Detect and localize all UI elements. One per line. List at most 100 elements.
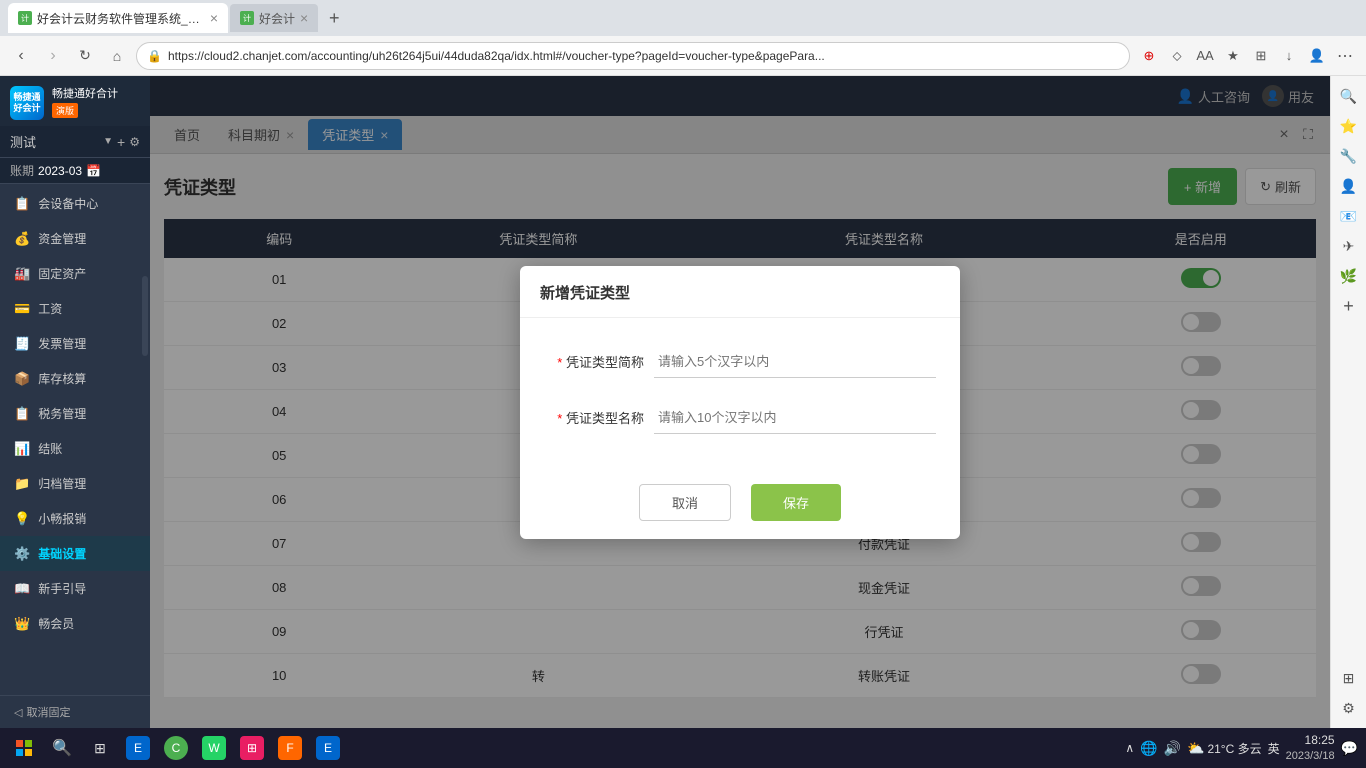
sidebar-item-inventory[interactable]: 📦 库存核算 bbox=[0, 361, 150, 396]
taskbar-search[interactable]: 🔍 bbox=[46, 732, 78, 764]
extension-btn-3[interactable]: AA bbox=[1192, 43, 1218, 69]
rs-outlook-btn[interactable]: 📧 bbox=[1335, 202, 1363, 230]
save-button[interactable]: 保存 bbox=[751, 484, 841, 521]
invoice-icon: 🧾 bbox=[14, 336, 30, 352]
workspace-gear[interactable]: ⚙ bbox=[129, 135, 140, 149]
extension-btn-7[interactable]: 👤 bbox=[1304, 43, 1330, 69]
archive-icon: 📁 bbox=[14, 476, 30, 492]
tray-network[interactable]: 🌐 bbox=[1140, 740, 1157, 757]
rs-user-btn[interactable]: 👤 bbox=[1335, 172, 1363, 200]
extension-btn-4[interactable]: ★ bbox=[1220, 43, 1246, 69]
weather-area: ⛅ 21°C 多云 bbox=[1187, 740, 1262, 757]
form-label-short: * 凭证类型简称 bbox=[544, 352, 654, 371]
new-tab-button[interactable]: + bbox=[320, 4, 348, 32]
notifications-btn[interactable]: 💬 bbox=[1341, 740, 1358, 757]
expense-icon: 💡 bbox=[14, 511, 30, 527]
extension-btn-6[interactable]: ↓ bbox=[1276, 43, 1302, 69]
rs-search-btn[interactable]: 🔍 bbox=[1335, 82, 1363, 110]
tab-active[interactable]: 计 好会计云财务软件管理系统_会计 × bbox=[8, 3, 228, 33]
rs-grid-btn[interactable]: ⊞ bbox=[1335, 664, 1363, 692]
tab-close-1[interactable]: × bbox=[210, 10, 218, 26]
scroll-bar[interactable] bbox=[142, 276, 148, 356]
clock-area[interactable]: 18:25 2023/3/18 bbox=[1286, 732, 1335, 764]
rs-star-btn[interactable]: ⭐ bbox=[1335, 112, 1363, 140]
rs-ext-btn[interactable]: 🔧 bbox=[1335, 142, 1363, 170]
taskbar-app-4[interactable]: ⊞ bbox=[236, 732, 268, 764]
tab-title-1: 好会计云财务软件管理系统_会计 bbox=[37, 10, 205, 27]
sidebar-item-salary[interactable]: 💳 工资 bbox=[0, 291, 150, 326]
logo-text-area: 畅捷通好合计 演版 bbox=[52, 88, 118, 118]
salary-icon: 💳 bbox=[14, 301, 30, 317]
sidebar-item-closing[interactable]: 📊 结账 bbox=[0, 431, 150, 466]
logo-title: 畅捷通好合计 bbox=[52, 88, 118, 101]
taskbar-app-3[interactable]: W bbox=[198, 732, 230, 764]
tax-label: 税务管理 bbox=[38, 405, 86, 422]
inventory-icon: 📦 bbox=[14, 371, 30, 387]
sidebar-item-settings[interactable]: ⚙️ 基础设置 bbox=[0, 536, 150, 571]
fixed-assets-label: 固定资产 bbox=[38, 265, 86, 282]
browser-chrome: 计 好会计云财务软件管理系统_会计 × 计 好会计 × + ‹ › ↻ ⌂ 🔒 … bbox=[0, 0, 1366, 76]
home-button[interactable]: ⌂ bbox=[104, 43, 130, 69]
taskbar-task-view[interactable]: ⊞ bbox=[84, 732, 116, 764]
reload-button[interactable]: ↻ bbox=[72, 43, 98, 69]
tab-inactive[interactable]: 计 好会计 × bbox=[230, 4, 318, 32]
tray-input[interactable]: 英 bbox=[1268, 740, 1280, 757]
rs-feather-btn[interactable]: ✈ bbox=[1335, 232, 1363, 260]
forward-button[interactable]: › bbox=[40, 43, 66, 69]
archive-label: 归档管理 bbox=[38, 475, 86, 492]
dialog-body: * 凭证类型简称 * 凭证类型名称 bbox=[520, 318, 960, 470]
taskbar-app-6[interactable]: E bbox=[312, 732, 344, 764]
inventory-label: 库存核算 bbox=[38, 370, 86, 387]
sidebar-item-guide[interactable]: 📖 新手引导 bbox=[0, 571, 150, 606]
url-box[interactable]: 🔒 https://cloud2.chanjet.com/accounting/… bbox=[136, 42, 1130, 70]
closing-icon: 📊 bbox=[14, 441, 30, 457]
browser-menu-button[interactable]: ⋯ bbox=[1332, 43, 1358, 69]
sidebar-item-tax[interactable]: 📋 税务管理 bbox=[0, 396, 150, 431]
extension-btn-5[interactable]: ⊞ bbox=[1248, 43, 1274, 69]
taskbar-app-2[interactable]: C bbox=[160, 732, 192, 764]
sidebar-item-fixed-assets[interactable]: 🏭 固定资产 bbox=[0, 256, 150, 291]
calendar-icon[interactable]: 📅 bbox=[86, 164, 101, 178]
dialog-header: 新增凭证类型 bbox=[520, 266, 960, 318]
extension-btn-2[interactable]: ⬦ bbox=[1164, 43, 1190, 69]
tray-up-arrow[interactable]: ∧ bbox=[1125, 741, 1134, 755]
tab-close-2[interactable]: × bbox=[300, 10, 308, 26]
taskbar-app-5[interactable]: F bbox=[274, 732, 306, 764]
workspace-selector[interactable]: 测试 ▼ + ⚙ bbox=[0, 126, 150, 158]
sidebar-item-capital[interactable]: 💰 资金管理 bbox=[0, 221, 150, 256]
extension-btn-1[interactable]: ⊕ bbox=[1136, 43, 1162, 69]
rs-gear-btn[interactable]: ⚙ bbox=[1335, 694, 1363, 722]
sidebar-item-member[interactable]: 👑 畅会员 bbox=[0, 606, 150, 641]
field-name-input[interactable] bbox=[654, 402, 936, 434]
field-short-input[interactable] bbox=[654, 346, 936, 378]
period-label: 账期 bbox=[10, 162, 34, 179]
sidebar-item-invoice[interactable]: 🧾 发票管理 bbox=[0, 326, 150, 361]
back-button[interactable]: ‹ bbox=[8, 43, 34, 69]
member-label: 畅会员 bbox=[38, 615, 74, 632]
sidebar-item-expense[interactable]: 💡 小畅报销 bbox=[0, 501, 150, 536]
start-button[interactable] bbox=[8, 732, 40, 764]
clock-time: 18:25 bbox=[1286, 732, 1335, 749]
fixed-assets-icon: 🏭 bbox=[14, 266, 30, 282]
dashboard-icon: 📋 bbox=[14, 196, 30, 212]
rs-leaf-btn[interactable]: 🌿 bbox=[1335, 262, 1363, 290]
capital-label: 资金管理 bbox=[38, 230, 86, 247]
rs-add-btn[interactable]: + bbox=[1335, 292, 1363, 320]
taskbar-app-1[interactable]: E bbox=[122, 732, 154, 764]
tray-sound[interactable]: 🔊 bbox=[1164, 740, 1181, 757]
sidebar: 畅捷通好会计 畅捷通好合计 演版 测试 ▼ + ⚙ 账期 2023-03 📅 📋… bbox=[0, 76, 150, 728]
system-tray: ∧ 🌐 🔊 ⛅ 21°C 多云 英 18:25 2023/3/18 💬 bbox=[1125, 732, 1358, 764]
invoice-label: 发票管理 bbox=[38, 335, 86, 352]
form-row-short: * 凭证类型简称 bbox=[544, 346, 936, 378]
lock-icon: 🔒 bbox=[147, 49, 162, 63]
label-name-text: 凭证类型名称 bbox=[566, 411, 644, 426]
cancel-pin[interactable]: ◁ 取消固定 bbox=[0, 695, 150, 728]
sidebar-item-archive[interactable]: 📁 归档管理 bbox=[0, 466, 150, 501]
clock-date: 2023/3/18 bbox=[1286, 749, 1335, 764]
pin-label: 取消固定 bbox=[26, 704, 70, 720]
workspace-arrow: ▼ bbox=[103, 136, 113, 147]
sidebar-item-dashboard[interactable]: 📋 会设备中心 bbox=[0, 186, 150, 221]
workspace-add[interactable]: + bbox=[117, 134, 125, 150]
member-icon: 👑 bbox=[14, 616, 30, 632]
cancel-button[interactable]: 取消 bbox=[639, 484, 731, 521]
